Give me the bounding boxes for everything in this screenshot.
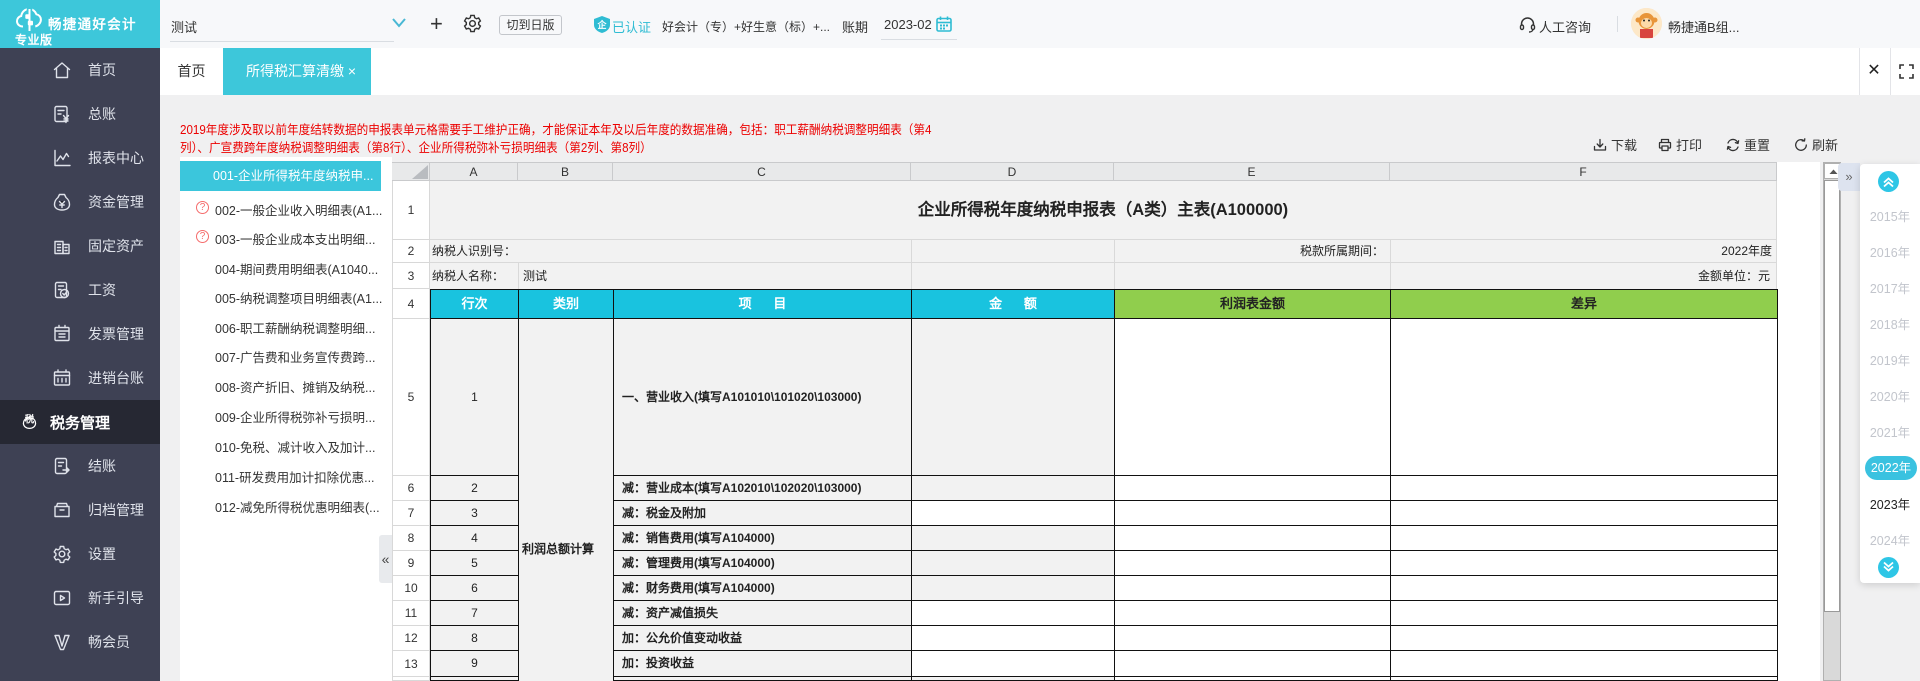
svg-text:税: 税 xyxy=(25,413,35,425)
svg-text:企: 企 xyxy=(596,19,607,30)
